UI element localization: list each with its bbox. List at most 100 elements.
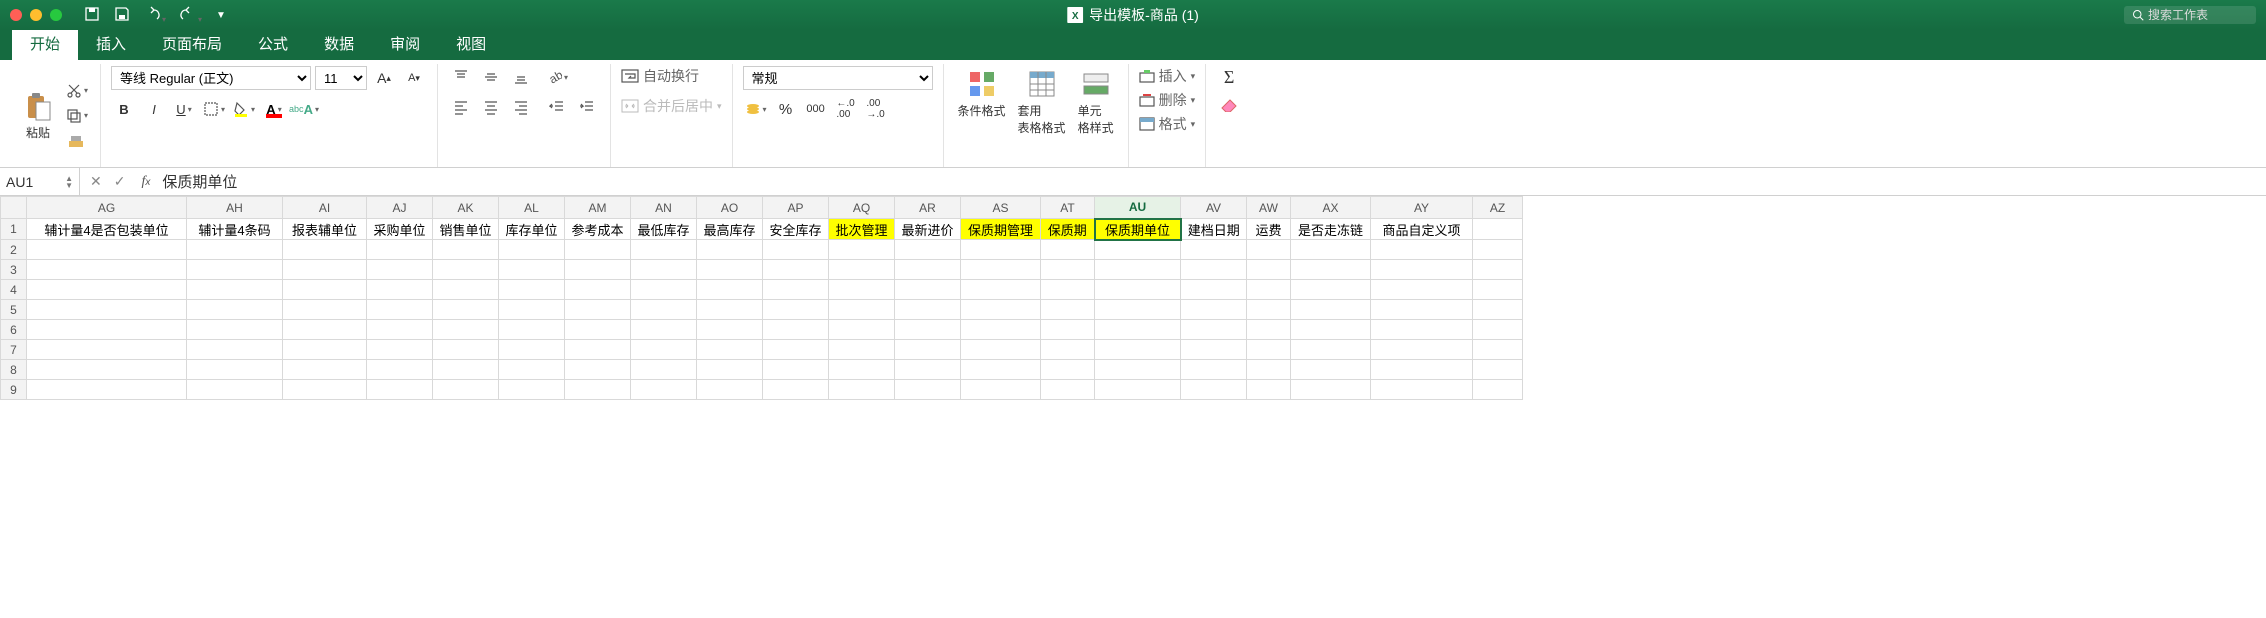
tab-page-layout[interactable]: 页面布局 [144, 27, 240, 60]
column-header[interactable]: AY [1371, 197, 1473, 219]
cell[interactable] [763, 240, 829, 260]
cell[interactable]: 是否走冻链 [1291, 219, 1371, 240]
cell[interactable] [697, 360, 763, 380]
column-header[interactable]: AM [565, 197, 631, 219]
cell[interactable] [1041, 340, 1095, 360]
cell[interactable]: 最新进价 [895, 219, 961, 240]
cell[interactable] [187, 300, 283, 320]
cell[interactable] [499, 340, 565, 360]
cell[interactable] [1473, 300, 1523, 320]
cell[interactable] [1247, 380, 1291, 400]
customize-qat-icon[interactable]: ▼ [216, 10, 226, 21]
increase-font-button[interactable]: A▴ [371, 67, 397, 89]
cell[interactable] [1473, 360, 1523, 380]
cell[interactable] [631, 360, 697, 380]
autosave-icon[interactable] [84, 6, 100, 25]
cell[interactable] [27, 320, 187, 340]
row-header[interactable]: 2 [1, 240, 27, 260]
cell[interactable] [565, 280, 631, 300]
cell[interactable] [829, 360, 895, 380]
column-header[interactable]: AX [1291, 197, 1371, 219]
cell[interactable] [763, 300, 829, 320]
cell[interactable] [697, 300, 763, 320]
row-header[interactable]: 8 [1, 360, 27, 380]
tab-data[interactable]: 数据 [306, 27, 372, 60]
cell[interactable] [631, 320, 697, 340]
cell[interactable] [499, 380, 565, 400]
cell[interactable] [433, 320, 499, 340]
row-header[interactable]: 1 [1, 219, 27, 240]
column-header[interactable]: AR [895, 197, 961, 219]
cell[interactable] [631, 240, 697, 260]
cell[interactable]: 采购单位 [367, 219, 433, 240]
cell[interactable] [565, 360, 631, 380]
cell[interactable]: 商品自定义项 [1371, 219, 1473, 240]
cell[interactable] [187, 260, 283, 280]
cell[interactable] [763, 360, 829, 380]
cell[interactable] [1291, 380, 1371, 400]
cell[interactable] [433, 280, 499, 300]
decrease-indent-button[interactable] [544, 96, 570, 118]
align-top-button[interactable] [448, 66, 474, 88]
cell[interactable] [1371, 280, 1473, 300]
cell[interactable] [1181, 360, 1247, 380]
cell[interactable] [1247, 340, 1291, 360]
cell[interactable] [1291, 260, 1371, 280]
spreadsheet-grid[interactable]: AGAHAIAJAKALAMANAOAPAQARASATAUAVAWAXAYAZ… [0, 196, 2266, 400]
cell[interactable] [283, 260, 367, 280]
font-name-select[interactable]: 等线 Regular (正文) [111, 66, 311, 90]
cell[interactable] [1291, 320, 1371, 340]
zoom-window[interactable] [50, 9, 62, 21]
formula-input[interactable]: 保质期单位 [156, 171, 2266, 192]
column-header[interactable]: AZ [1473, 197, 1523, 219]
align-middle-button[interactable] [478, 66, 504, 88]
cell[interactable] [1095, 320, 1181, 340]
cell[interactable] [187, 280, 283, 300]
cell[interactable]: 保质期 [1041, 219, 1095, 240]
cell[interactable] [961, 340, 1041, 360]
cell[interactable] [1247, 280, 1291, 300]
phonetic-button[interactable]: abcA [291, 98, 317, 120]
column-header[interactable]: AT [1041, 197, 1095, 219]
cell[interactable] [1041, 360, 1095, 380]
cell[interactable] [829, 320, 895, 340]
cell[interactable] [1473, 280, 1523, 300]
cell[interactable] [433, 260, 499, 280]
decrease-decimal-button[interactable]: .00→.0 [863, 98, 889, 120]
cell[interactable] [433, 340, 499, 360]
cell[interactable] [1291, 280, 1371, 300]
cell[interactable]: 参考成本 [565, 219, 631, 240]
minimize-window[interactable] [30, 9, 42, 21]
column-header[interactable]: AW [1247, 197, 1291, 219]
cell[interactable] [1473, 380, 1523, 400]
cell[interactable]: 建档日期 [1181, 219, 1247, 240]
cell[interactable] [283, 280, 367, 300]
cell[interactable] [27, 360, 187, 380]
cell[interactable] [499, 260, 565, 280]
align-left-button[interactable] [448, 96, 474, 118]
tab-view[interactable]: 视图 [438, 27, 504, 60]
cell[interactable] [1371, 340, 1473, 360]
cell[interactable] [829, 340, 895, 360]
cell[interactable] [961, 240, 1041, 260]
save-icon[interactable] [114, 6, 130, 25]
cell[interactable]: 最高库存 [697, 219, 763, 240]
cell[interactable] [1291, 340, 1371, 360]
column-header[interactable]: AU [1095, 197, 1181, 219]
cell[interactable] [187, 340, 283, 360]
format-painter-button[interactable] [64, 130, 90, 152]
tab-insert[interactable]: 插入 [78, 27, 144, 60]
cell[interactable] [1247, 360, 1291, 380]
cell[interactable] [895, 280, 961, 300]
autosum-button[interactable]: Σ [1216, 66, 1242, 88]
cell[interactable] [829, 300, 895, 320]
cell[interactable] [961, 380, 1041, 400]
font-size-select[interactable]: 11 [315, 66, 367, 90]
cell[interactable] [961, 320, 1041, 340]
search-box[interactable] [2124, 6, 2256, 24]
column-header[interactable]: AP [763, 197, 829, 219]
row-header[interactable]: 9 [1, 380, 27, 400]
cell[interactable]: 安全库存 [763, 219, 829, 240]
cell[interactable] [1041, 260, 1095, 280]
cell[interactable]: 报表辅单位 [283, 219, 367, 240]
